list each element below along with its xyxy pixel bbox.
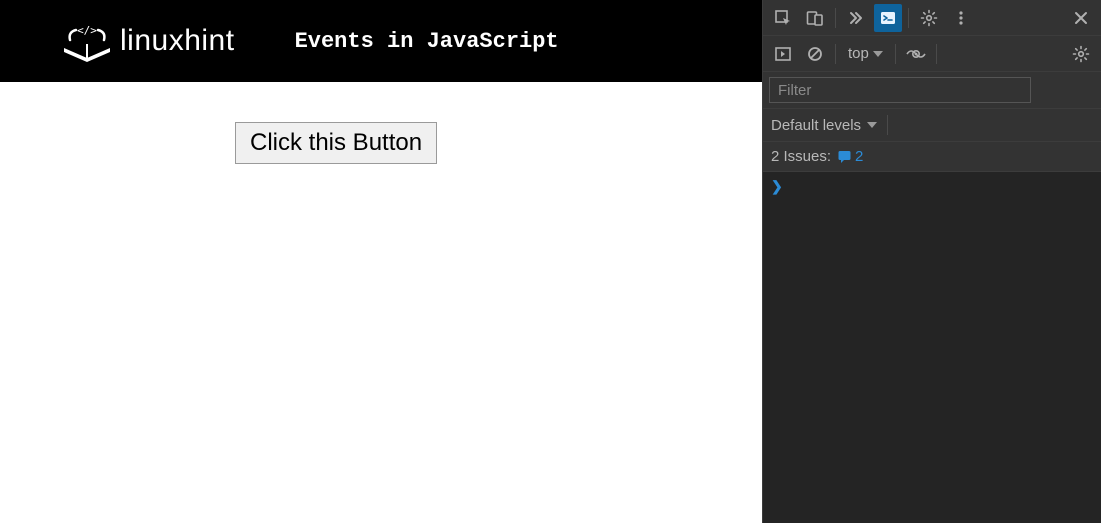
message-icon — [837, 149, 852, 164]
separator — [895, 44, 896, 64]
console-sidebar-toggle-icon[interactable] — [769, 40, 797, 68]
click-this-button[interactable]: Click this Button — [235, 122, 437, 164]
separator — [835, 44, 836, 64]
console-toolbar: top — [763, 36, 1101, 72]
gear-icon[interactable] — [915, 4, 943, 32]
svg-text:</>: </> — [77, 24, 97, 37]
console-prompt-chevron-icon: ❯ — [771, 178, 783, 194]
separator — [908, 8, 909, 28]
site-logo: </> linuxhint — [60, 18, 235, 64]
page-title: Events in JavaScript — [295, 29, 559, 54]
console-tab-icon[interactable] — [874, 4, 902, 32]
more-vertical-icon[interactable] — [947, 4, 975, 32]
console-settings-gear-icon[interactable] — [1067, 40, 1095, 68]
live-expression-icon[interactable] — [902, 40, 930, 68]
separator — [835, 8, 836, 28]
issues-bar[interactable]: 2 Issues: 2 — [763, 142, 1101, 172]
browser-page: </> linuxhint Events in JavaScript Click… — [0, 0, 762, 523]
close-icon[interactable] — [1067, 4, 1095, 32]
issue-count: 2 — [837, 148, 863, 165]
chevron-down-icon — [873, 51, 883, 57]
issues-label: 2 Issues: — [771, 148, 831, 165]
chevron-down-icon — [867, 122, 877, 128]
more-tabs-icon[interactable] — [842, 4, 870, 32]
inspect-element-icon[interactable] — [769, 4, 797, 32]
log-levels-dropdown[interactable]: Default levels — [763, 109, 1101, 142]
clear-console-icon[interactable] — [801, 40, 829, 68]
linuxhint-logo-icon: </> — [60, 18, 114, 64]
console-output[interactable]: ❯ — [763, 172, 1101, 523]
page-header: </> linuxhint Events in JavaScript — [0, 0, 762, 82]
devtools-tabbar — [763, 0, 1101, 36]
brand-text: linuxhint — [120, 24, 235, 58]
levels-label: Default levels — [771, 117, 861, 134]
separator — [936, 44, 937, 64]
context-label: top — [848, 45, 869, 62]
execution-context-dropdown[interactable]: top — [842, 43, 889, 64]
devtools-panel: top Default levels 2 Issues: 2 ❯ — [762, 0, 1101, 523]
console-filter-input[interactable] — [769, 77, 1031, 103]
separator — [887, 115, 888, 135]
device-toggle-icon[interactable] — [801, 4, 829, 32]
console-filter-row — [763, 72, 1101, 109]
page-body: Click this Button — [0, 82, 762, 523]
